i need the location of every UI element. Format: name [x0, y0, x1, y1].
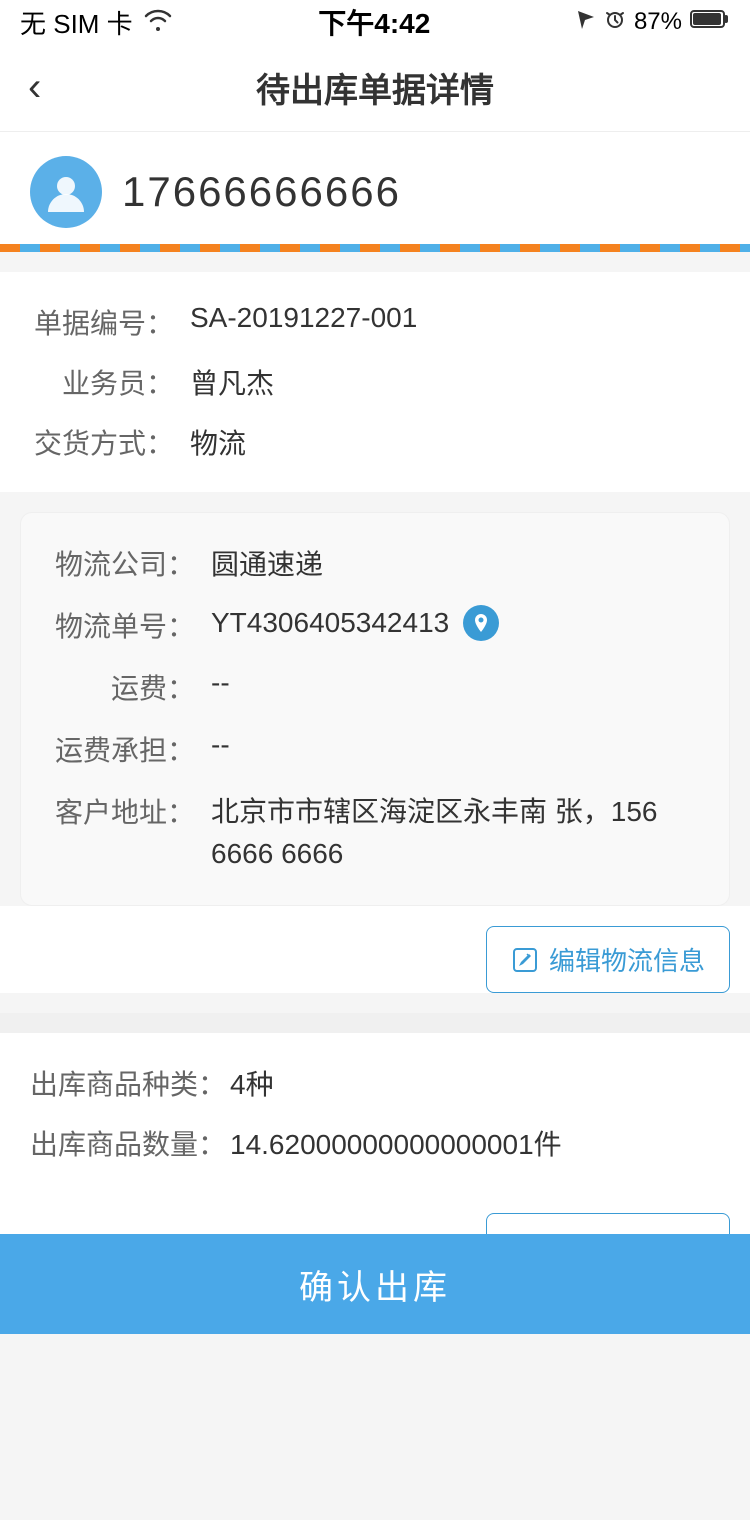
status-left: 无 SIM 卡	[20, 4, 173, 41]
confirm-button[interactable]: 确认出库	[299, 1260, 451, 1309]
delivery-method-value: 物流	[190, 422, 720, 462]
tracking-number-value: YT4306405342413	[211, 605, 699, 641]
location-arrow-icon	[576, 8, 596, 36]
goods-quantity-row: 出库商品数量： 14.62000000000000001件	[30, 1123, 720, 1163]
edit-logistics-container: 编辑物流信息	[0, 906, 750, 993]
back-button[interactable]: ‹	[28, 65, 41, 110]
sim-text: 无 SIM 卡	[20, 4, 133, 41]
phone-header: 17666666666	[0, 132, 750, 244]
freight-bearer-value: --	[211, 729, 699, 761]
delivery-method-row: 交货方式： 物流	[30, 422, 720, 462]
freight-value: --	[211, 667, 699, 699]
address-label: 客户地址：	[51, 791, 211, 831]
address-value: 北京市市辖区海淀区永丰南 张，156 6666 6666	[211, 791, 699, 875]
edit-icon	[511, 946, 539, 974]
sales-person-label: 业务员：	[30, 362, 190, 402]
tracking-text: YT4306405342413	[211, 607, 449, 639]
logistics-company-label: 物流公司：	[51, 543, 211, 583]
phone-number: 17666666666	[122, 168, 401, 216]
logistics-company-row: 物流公司： 圆通速递	[51, 543, 699, 583]
battery-text: 87%	[634, 8, 682, 36]
alarm-icon	[604, 8, 626, 37]
battery-icon	[690, 8, 730, 37]
nav-bar: ‹ 待出库单据详情	[0, 44, 750, 132]
goods-quantity-value: 14.62000000000000001件	[230, 1123, 562, 1163]
edit-logistics-button[interactable]: 编辑物流信息	[486, 926, 730, 993]
logistics-company-value: 圆通速递	[211, 543, 699, 583]
goods-types-value: 4种	[230, 1063, 274, 1103]
tracking-location-icon[interactable]	[463, 605, 499, 641]
goods-types-row: 出库商品种类： 4种	[30, 1063, 720, 1103]
tracking-number-row: 物流单号： YT4306405342413	[51, 605, 699, 645]
status-time: 下午4:42	[318, 2, 430, 42]
logistics-card: 物流公司： 圆通速递 物流单号： YT4306405342413 运费： -- …	[20, 512, 730, 906]
wifi-icon	[143, 7, 173, 38]
order-info-section: 单据编号： SA-20191227-001 业务员： 曾凡杰 交货方式： 物流	[0, 272, 750, 492]
freight-bearer-label: 运费承担：	[51, 729, 211, 769]
dashed-divider	[0, 244, 750, 252]
address-row: 客户地址： 北京市市辖区海淀区永丰南 张，156 6666 6666	[51, 791, 699, 875]
bottom-bar: 确认出库	[0, 1234, 750, 1334]
section-divider	[0, 1013, 750, 1033]
delivery-method-label: 交货方式：	[30, 422, 190, 462]
edit-logistics-label: 编辑物流信息	[549, 941, 705, 978]
sales-person-row: 业务员： 曾凡杰	[30, 362, 720, 402]
freight-row: 运费： --	[51, 667, 699, 707]
tracking-number-label: 物流单号：	[51, 605, 211, 645]
page-title: 待出库单据详情	[256, 63, 494, 112]
goods-types-label: 出库商品种类：	[30, 1063, 230, 1103]
user-avatar	[30, 156, 102, 228]
order-number-label: 单据编号：	[30, 302, 190, 342]
freight-label: 运费：	[51, 667, 211, 707]
freight-bearer-row: 运费承担： --	[51, 729, 699, 769]
status-bar: 无 SIM 卡 下午4:42 87%	[0, 0, 750, 44]
status-right: 87%	[576, 8, 730, 37]
sales-person-value: 曾凡杰	[190, 362, 720, 402]
order-number-row: 单据编号： SA-20191227-001	[30, 302, 720, 342]
order-number-value: SA-20191227-001	[190, 302, 720, 334]
goods-quantity-label: 出库商品数量：	[30, 1123, 230, 1163]
goods-section: 出库商品种类： 4种 出库商品数量： 14.62000000000000001件	[0, 1033, 750, 1193]
